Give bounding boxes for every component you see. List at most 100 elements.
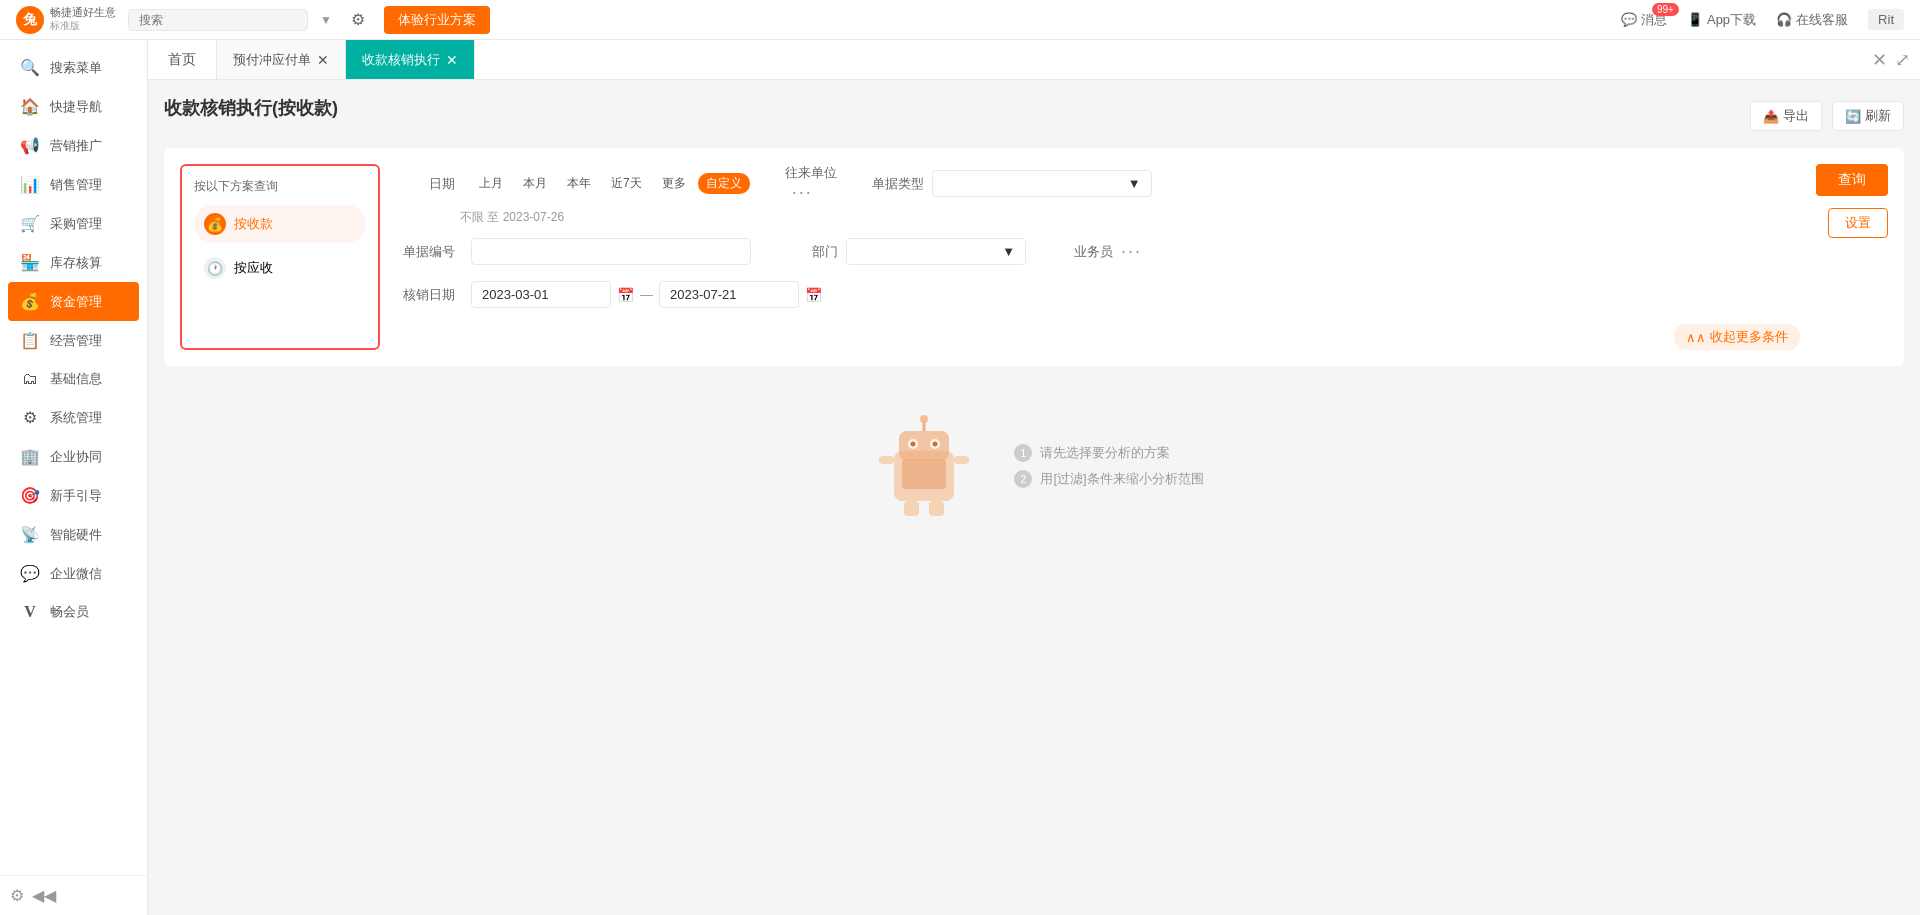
solution-button[interactable]: 体验行业方案 [384, 6, 490, 34]
filter-option-by-receivable[interactable]: 🕐 按应收 [194, 249, 366, 287]
date-btn-custom[interactable]: 自定义 [698, 173, 750, 194]
svg-point-6 [933, 442, 938, 447]
tab-verification[interactable]: 收款核销执行 ✕ [346, 40, 475, 79]
svg-rect-9 [879, 456, 894, 464]
sidebar-item-hardware[interactable]: 📡 智能硬件 [0, 515, 147, 554]
filter-option-by-receipt[interactable]: 💰 按收款 [194, 205, 366, 243]
messages-button[interactable]: 💬 消息 99+ [1621, 11, 1667, 29]
sidebar-item-system[interactable]: ⚙ 系统管理 [0, 398, 147, 437]
tip-number-2: 2 [1014, 470, 1032, 488]
calendar-end-icon[interactable]: 📅 [805, 287, 822, 303]
dept-chevron-icon: ▼ [1002, 244, 1015, 259]
sidebar-label-marketing: 营销推广 [50, 137, 102, 155]
sidebar-item-basic-info[interactable]: 🗂 基础信息 [0, 360, 147, 398]
message-badge: 99+ [1652, 3, 1679, 16]
collapse-up-icon: ∧∧ [1686, 330, 1706, 345]
query-button[interactable]: 查询 [1816, 164, 1888, 196]
filter-scheme-panel: 按以下方案查询 💰 按收款 🕐 按应收 [180, 164, 380, 350]
tip-number-1: 1 [1014, 444, 1032, 462]
filter-row-1: 日期 上月 本月 本年 近7天 更多 自定义 [400, 164, 1800, 203]
sidebar-gear-icon[interactable]: ⚙ [10, 886, 24, 905]
sidebar-item-sales[interactable]: 📊 销售管理 [0, 165, 147, 204]
salesperson-input[interactable]: ··· [1121, 241, 1142, 262]
app-name-block: 畅捷通好生意 标准版 [50, 6, 116, 33]
export-button[interactable]: 📤 导出 [1750, 101, 1822, 131]
settings-gear-icon[interactable]: ⚙ [344, 6, 372, 34]
sidebar-item-guide[interactable]: 🎯 新手引导 [0, 476, 147, 515]
inventory-icon: 🏪 [20, 253, 40, 272]
setting-button[interactable]: 设置 [1828, 208, 1888, 238]
svg-rect-11 [904, 501, 919, 516]
date-btn-this-month[interactable]: 本月 [515, 173, 555, 194]
sidebar-item-business[interactable]: 📋 经营管理 [0, 321, 147, 360]
user-profile-button[interactable]: Rit [1868, 9, 1904, 30]
filter-collapse-row: ∧∧ 收起更多条件 [400, 324, 1800, 350]
finance-icon: 💰 [20, 292, 40, 311]
sidebar-item-marketing[interactable]: 📢 营销推广 [0, 126, 147, 165]
sidebar-item-quick-nav[interactable]: 🏠 快捷导航 [0, 87, 147, 126]
search-input[interactable] [128, 9, 308, 31]
app-download-button[interactable]: 📱 App下载 [1687, 11, 1756, 29]
tab-bar-actions: ✕ ⤢ [1862, 49, 1920, 71]
collapse-more-button[interactable]: ∧∧ 收起更多条件 [1674, 324, 1800, 350]
tab-bar-close-icon[interactable]: ✕ [1872, 49, 1887, 71]
message-icon: 💬 [1621, 12, 1637, 27]
verification-date-start[interactable] [471, 281, 611, 308]
dropdown-arrow-icon[interactable]: ▼ [320, 13, 332, 27]
tab-prepay-close-icon[interactable]: ✕ [317, 52, 329, 68]
counterparty-input[interactable]: ··· [792, 182, 837, 203]
sidebar-item-wechat[interactable]: 💬 企业微信 [0, 554, 147, 593]
salesperson-section: 业务员 ··· [1058, 241, 1142, 262]
hardware-icon: 📡 [20, 525, 40, 544]
sales-icon: 📊 [20, 175, 40, 194]
tab-home[interactable]: 首页 [148, 40, 217, 79]
department-section: 部门 ▼ [783, 238, 1026, 265]
date-quick-buttons: 上月 本月 本年 近7天 更多 自定义 [471, 173, 750, 194]
online-service-button[interactable]: 🎧 在线客服 [1776, 11, 1848, 29]
sidebar-item-member[interactable]: V 畅会员 [0, 593, 147, 631]
headset-icon: 🎧 [1776, 12, 1792, 27]
voucher-type-label: 单据类型 [869, 175, 924, 193]
sidebar-label-business: 经营管理 [50, 332, 102, 350]
date-btn-7days[interactable]: 近7天 [603, 173, 650, 194]
app-download-label: App下载 [1707, 11, 1756, 29]
tab-prepay-label: 预付冲应付单 [233, 51, 311, 69]
date-hint: 不限 至 2023-07-26 [400, 209, 1800, 226]
sidebar-item-inventory[interactable]: 🏪 库存核算 [0, 243, 147, 282]
voucher-type-select[interactable]: ▼ [932, 170, 1152, 197]
date-btn-last-month[interactable]: 上月 [471, 173, 511, 194]
sidebar-label-guide: 新手引导 [50, 487, 102, 505]
tab-verification-close-icon[interactable]: ✕ [446, 52, 458, 68]
counterparty-label: 往来单位 [782, 164, 837, 182]
date-btn-this-year[interactable]: 本年 [559, 173, 599, 194]
receivable-label: 按应收 [234, 259, 273, 277]
sidebar-label-finance: 资金管理 [50, 293, 102, 311]
tab-bar-expand-icon[interactable]: ⤢ [1895, 49, 1910, 71]
sidebar: 🔍 搜索菜单 🏠 快捷导航 📢 营销推广 📊 销售管理 🛒 采购管理 🏪 [0, 40, 148, 915]
sidebar-label-purchase: 采购管理 [50, 215, 102, 233]
verification-date-range: 📅 — 📅 [471, 281, 822, 308]
receivable-icon: 🕐 [204, 257, 226, 279]
service-label: 在线客服 [1796, 11, 1848, 29]
home-icon: 🏠 [20, 97, 40, 116]
department-select[interactable]: ▼ [846, 238, 1026, 265]
empty-tips: 1 请先选择要分析的方案 2 用[过滤]条件来缩小分析范围 [1014, 444, 1203, 488]
voucher-no-input[interactable] [471, 238, 751, 265]
sidebar-collapse-icon[interactable]: ◀◀ [32, 886, 56, 905]
sidebar-item-finance[interactable]: 💰 资金管理 [8, 282, 139, 321]
sidebar-label-enterprise: 企业协同 [50, 448, 102, 466]
sidebar-item-search-menu[interactable]: 🔍 搜索菜单 [0, 48, 147, 87]
marketing-icon: 📢 [20, 136, 40, 155]
tab-prepay[interactable]: 预付冲应付单 ✕ [217, 40, 346, 79]
svg-point-5 [911, 442, 916, 447]
logo-icon: 兔 [16, 6, 44, 34]
svg-rect-1 [902, 459, 946, 489]
verification-date-end[interactable] [659, 281, 799, 308]
sidebar-item-purchase[interactable]: 🛒 采购管理 [0, 204, 147, 243]
calendar-start-icon[interactable]: 📅 [617, 287, 634, 303]
counterparty-section: 往来单位 ··· [782, 164, 837, 203]
sidebar-item-enterprise[interactable]: 🏢 企业协同 [0, 437, 147, 476]
date-btn-more[interactable]: 更多 [654, 173, 694, 194]
refresh-button[interactable]: 🔄 刷新 [1832, 101, 1904, 131]
salesperson-label: 业务员 [1058, 243, 1113, 261]
